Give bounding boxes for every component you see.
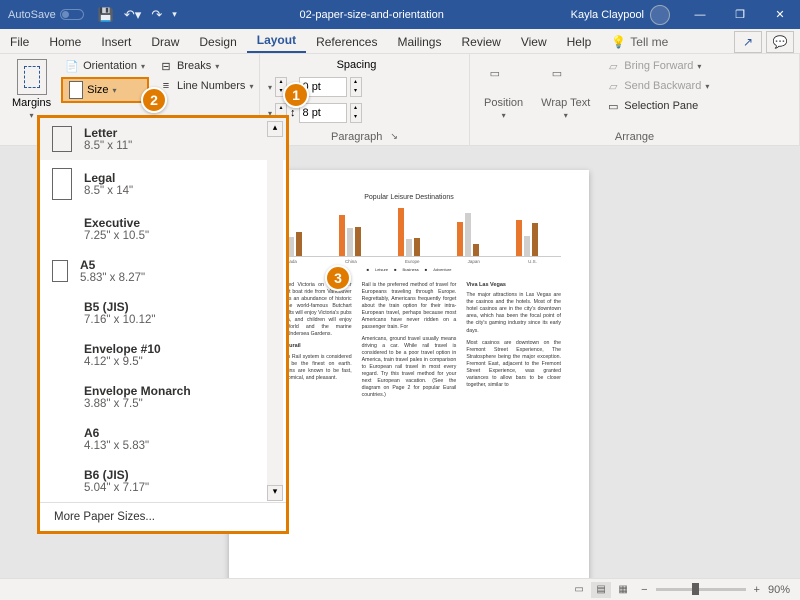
margins-icon <box>17 59 47 95</box>
chart <box>257 207 561 257</box>
qat-more-icon[interactable]: ▾ <box>172 9 177 20</box>
save-icon[interactable]: 💾 <box>98 7 114 23</box>
spacing-label: Spacing <box>337 59 377 71</box>
orientation-icon: 📄 <box>65 59 79 73</box>
size-option-b5[interactable]: B5 (JIS)7.16" x 10.12" <box>40 292 286 334</box>
redo-icon[interactable]: ↷ <box>151 7 162 23</box>
undo-icon[interactable]: ↶▾ <box>124 7 141 23</box>
zoom-in-button[interactable]: + <box>754 584 760 596</box>
web-layout-view-icon[interactable]: ▦ <box>613 582 633 598</box>
size-option-legal[interactable]: Legal8.5" x 14" <box>40 160 286 208</box>
breaks-icon: ⊟ <box>159 59 173 73</box>
breaks-button[interactable]: ⊟Breaks▾ <box>155 57 258 75</box>
share-button[interactable]: ↗ <box>734 31 762 53</box>
user-account[interactable]: Kayla Claypool <box>561 5 680 25</box>
send-backward-icon: ▱ <box>606 79 620 93</box>
size-option-executive[interactable]: Executive7.25" x 10.5" <box>40 208 286 250</box>
orientation-button[interactable]: 📄Orientation▾ <box>61 57 149 75</box>
callout-3: 3 <box>325 265 351 291</box>
position-icon: ▭ <box>490 67 518 95</box>
avatar-icon <box>650 5 670 25</box>
tab-design[interactable]: Design <box>189 31 246 53</box>
tab-insert[interactable]: Insert <box>91 31 141 53</box>
paragraph-group-label: Paragraph <box>331 131 382 143</box>
selection-pane-icon: ▭ <box>606 99 620 113</box>
chart-title: Popular Leisure Destinations <box>257 194 561 201</box>
comments-button[interactable]: 💬 <box>766 31 794 53</box>
position-button[interactable]: ▭Position▾ <box>478 57 529 129</box>
title-bar: AutoSave 💾 ↶▾ ↷ ▾ 02-paper-size-and-orie… <box>0 0 800 29</box>
page-icon <box>69 81 83 99</box>
size-dropdown: Letter8.5" x 11" Legal8.5" x 14" Executi… <box>37 115 289 534</box>
callout-2: 2 <box>141 87 167 113</box>
tab-references[interactable]: References <box>306 31 387 53</box>
document-title: 02-paper-size-and-orientation <box>183 9 561 21</box>
wrap-icon: ▭ <box>552 67 580 95</box>
arrange-group-label: Arrange <box>615 131 654 143</box>
bring-forward-button[interactable]: ▱Bring Forward▾ <box>602 57 713 75</box>
wrap-text-button[interactable]: ▭Wrap Text▾ <box>535 57 596 129</box>
line-numbers-button[interactable]: ≡Line Numbers▾ <box>155 77 258 95</box>
more-paper-sizes[interactable]: More Paper Sizes... <box>40 502 286 531</box>
paragraph-launcher-icon[interactable]: ↘ <box>390 131 398 143</box>
tab-help[interactable]: Help <box>557 31 602 53</box>
size-button[interactable]: Size▾ <box>61 77 149 103</box>
size-option-a5[interactable]: A55.83" x 8.27" <box>40 250 286 292</box>
print-layout-view-icon[interactable]: ▤ <box>591 582 611 598</box>
tab-review[interactable]: Review <box>451 31 510 53</box>
close-button[interactable]: ✕ <box>760 0 800 29</box>
tab-layout[interactable]: Layout <box>247 29 306 53</box>
read-mode-view-icon[interactable]: ▭ <box>569 582 589 598</box>
selection-pane-button[interactable]: ▭Selection Pane <box>602 97 713 115</box>
size-option-envelope10[interactable]: Envelope #104.12" x 9.5" <box>40 334 286 376</box>
tab-mailings[interactable]: Mailings <box>387 31 451 53</box>
dropdown-scrollbar[interactable]: ▴▾ <box>267 121 283 501</box>
callout-1: 1 <box>283 82 309 108</box>
size-option-envelope-monarch[interactable]: Envelope Monarch3.88" x 7.5" <box>40 376 286 418</box>
tab-home[interactable]: Home <box>39 31 91 53</box>
tab-view[interactable]: View <box>511 31 557 53</box>
lightbulb-icon: 💡 <box>611 35 626 49</box>
quick-access-toolbar: 💾 ↶▾ ↷ ▾ <box>92 7 183 23</box>
ribbon-tabs: File Home Insert Draw Design Layout Refe… <box>0 29 800 54</box>
status-bar: ▭ ▤ ▦ − + 90% <box>0 578 800 600</box>
size-option-a6[interactable]: A64.13" x 5.83" <box>40 418 286 460</box>
restore-button[interactable]: ❐ <box>720 0 760 29</box>
minimize-button[interactable]: ― <box>680 0 720 29</box>
tab-draw[interactable]: Draw <box>141 31 189 53</box>
autosave-toggle[interactable]: AutoSave <box>0 9 92 21</box>
zoom-level[interactable]: 90% <box>768 584 790 596</box>
send-backward-button[interactable]: ▱Send Backward▾ <box>602 77 713 95</box>
size-option-b6[interactable]: B6 (JIS)5.04" x 7.17" <box>40 460 286 502</box>
size-option-letter[interactable]: Letter8.5" x 11" <box>40 118 286 160</box>
zoom-out-button[interactable]: − <box>641 584 647 596</box>
bring-forward-icon: ▱ <box>606 59 620 73</box>
zoom-slider[interactable] <box>656 588 746 591</box>
tab-file[interactable]: File <box>0 31 39 53</box>
tell-me-search[interactable]: 💡Tell me <box>601 31 734 53</box>
